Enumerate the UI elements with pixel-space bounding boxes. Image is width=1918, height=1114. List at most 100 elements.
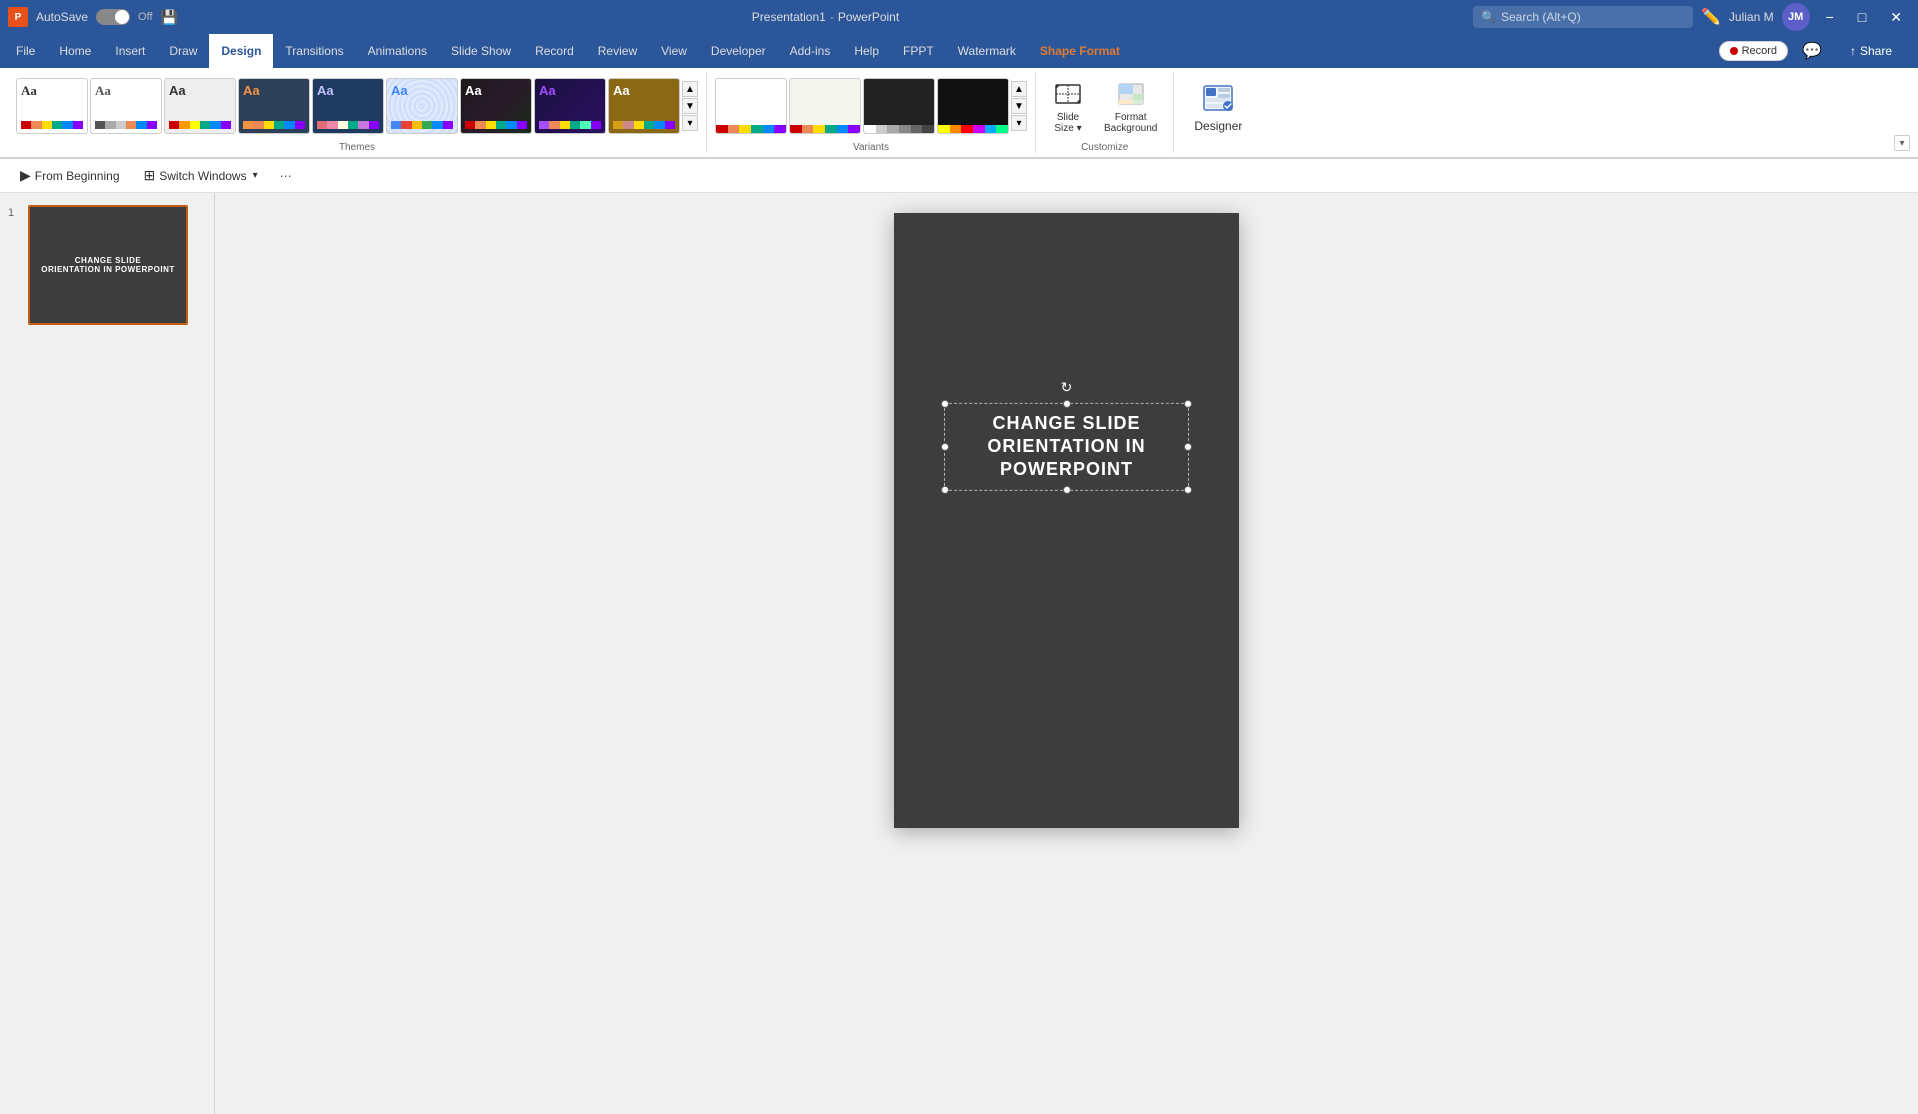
- handle-bottom-middle[interactable]: [1063, 486, 1071, 494]
- titlebar-left: P AutoSave Off 💾: [8, 7, 178, 27]
- theme-9[interactable]: Aa: [608, 78, 680, 134]
- ribbon-content: Aa Aa: [0, 68, 1918, 158]
- ribbon: File Home Insert Draw Design Transitions…: [0, 34, 1918, 159]
- user-avatar[interactable]: JM: [1782, 3, 1810, 31]
- from-beginning-button[interactable]: ▶ From Beginning: [12, 163, 128, 188]
- slide-text: CHANGE SLIDE ORIENTATION IN POWERPOINT: [945, 404, 1188, 490]
- tab-home[interactable]: Home: [47, 34, 103, 68]
- autosave-label: AutoSave: [36, 10, 88, 24]
- ribbon-tabs: File Home Insert Draw Design Transitions…: [0, 34, 1918, 68]
- titlebar-center: Presentation1 - PowerPoint: [752, 10, 899, 24]
- theme-3[interactable]: Aa: [164, 78, 236, 134]
- variants-more[interactable]: ▾: [1011, 115, 1027, 131]
- handle-bottom-right[interactable]: [1184, 486, 1192, 494]
- tab-animations[interactable]: Animations: [356, 34, 439, 68]
- theme-5[interactable]: Aa: [312, 78, 384, 134]
- tab-draw[interactable]: Draw: [157, 34, 209, 68]
- variants-group: ▲ ▼ ▾ Variants: [707, 72, 1036, 153]
- variant-1[interactable]: [715, 78, 787, 134]
- variants-label: Variants: [715, 140, 1027, 153]
- designer-label: Designer: [1194, 119, 1242, 133]
- switch-windows-icon: ⊞: [144, 167, 156, 184]
- handle-top-right[interactable]: [1184, 400, 1192, 408]
- themes-scroll: ▲ ▼ ▾: [682, 81, 698, 131]
- slide-thumbnail[interactable]: CHANGE SLIDEORIENTATION IN POWERPOINT: [28, 205, 188, 325]
- comment-button[interactable]: 💬: [1794, 37, 1830, 65]
- variants-scroll-up[interactable]: ▲: [1011, 81, 1027, 97]
- powerpoint-icon: P: [8, 7, 28, 27]
- maximize-button[interactable]: □: [1850, 7, 1874, 27]
- tab-review[interactable]: Review: [586, 34, 649, 68]
- handle-top-left[interactable]: [941, 400, 949, 408]
- titlebar-right: 🔍 ✏️ Julian M JM − □ ✕: [1473, 3, 1910, 31]
- handle-bottom-left[interactable]: [941, 486, 949, 494]
- customize-group: SlideSize ▾ FormatBackground: [1036, 72, 1174, 153]
- slide-canvas: ↻ CHANGE SLIDE ORIENTATION IN POWERPOINT: [894, 213, 1239, 828]
- tab-insert[interactable]: Insert: [103, 34, 157, 68]
- theme-6[interactable]: Aa: [386, 78, 458, 134]
- switch-windows-button[interactable]: ⊞ Switch Windows ▾: [136, 163, 266, 188]
- customize-label: Customize: [1044, 140, 1165, 153]
- tab-design[interactable]: Design: [209, 34, 273, 68]
- main-area: 1 CHANGE SLIDEORIENTATION IN POWERPOINT …: [0, 193, 1918, 1114]
- theme-2[interactable]: Aa: [90, 78, 162, 134]
- more-options-button[interactable]: ⋯: [274, 164, 298, 188]
- themes-scroll-up[interactable]: ▲: [682, 81, 698, 97]
- slide-text-line1: CHANGE SLIDE: [992, 413, 1140, 433]
- rotate-handle[interactable]: ↻: [1059, 380, 1075, 396]
- themes-more[interactable]: ▾: [682, 115, 698, 131]
- slide-thumb-text: CHANGE SLIDEORIENTATION IN POWERPOINT: [37, 252, 179, 278]
- autosave-toggle[interactable]: [96, 9, 130, 25]
- close-button[interactable]: ✕: [1882, 7, 1910, 28]
- minimize-button[interactable]: −: [1818, 7, 1842, 27]
- save-icon[interactable]: 💾: [161, 9, 178, 26]
- variants-scroll-down[interactable]: ▼: [1011, 98, 1027, 114]
- tab-fppt[interactable]: FPPT: [891, 34, 946, 68]
- ribbon-expand[interactable]: ▾: [1894, 72, 1910, 153]
- slide-size-icon: [1052, 78, 1084, 110]
- variant-3[interactable]: [863, 78, 935, 134]
- tab-shapeformat[interactable]: Shape Format: [1028, 34, 1132, 68]
- tab-view[interactable]: View: [649, 34, 699, 68]
- variant-2[interactable]: [789, 78, 861, 134]
- variant-4[interactable]: [937, 78, 1009, 134]
- tab-help[interactable]: Help: [842, 34, 891, 68]
- slide-size-label: SlideSize ▾: [1054, 112, 1081, 134]
- record-label: Record: [1742, 45, 1777, 57]
- designer-icon: [1202, 82, 1234, 117]
- tab-addins[interactable]: Add-ins: [778, 34, 843, 68]
- tab-developer[interactable]: Developer: [699, 34, 778, 68]
- search-input[interactable]: [1473, 6, 1693, 28]
- format-background-button[interactable]: FormatBackground: [1096, 74, 1165, 138]
- handle-middle-left[interactable]: [941, 443, 949, 451]
- share-button[interactable]: ↑ Share: [1836, 38, 1906, 64]
- theme-4[interactable]: Aa: [238, 78, 310, 134]
- autosave-state: Off: [138, 11, 152, 23]
- slide-number: 1: [8, 205, 22, 219]
- tab-file[interactable]: File: [4, 34, 47, 68]
- theme-default[interactable]: Aa: [16, 78, 88, 134]
- variants-scroll: ▲ ▼ ▾: [1011, 81, 1027, 131]
- tab-slideshow[interactable]: Slide Show: [439, 34, 523, 68]
- text-box-selected[interactable]: ↻ CHANGE SLIDE ORIENTATION IN POWERPOINT: [944, 403, 1189, 491]
- slide-item-1[interactable]: 1 CHANGE SLIDEORIENTATION IN POWERPOINT: [4, 201, 210, 329]
- app-name: PowerPoint: [838, 10, 899, 24]
- search-icon: 🔍: [1481, 10, 1496, 24]
- handle-top-middle[interactable]: [1063, 400, 1071, 408]
- theme-8[interactable]: Aa: [534, 78, 606, 134]
- slide-size-button[interactable]: SlideSize ▾: [1044, 74, 1092, 138]
- designer-group: Designer: [1174, 72, 1262, 153]
- tab-watermark[interactable]: Watermark: [946, 34, 1028, 68]
- tab-transitions[interactable]: Transitions: [273, 34, 355, 68]
- slide-text-line2: ORIENTATION IN POWERPOINT: [987, 436, 1145, 479]
- tab-record[interactable]: Record: [523, 34, 586, 68]
- expand-icon[interactable]: ▾: [1894, 135, 1910, 151]
- themes-scroll-down[interactable]: ▼: [682, 98, 698, 114]
- themes-group: Aa Aa: [8, 72, 707, 153]
- designer-button[interactable]: Designer: [1182, 72, 1254, 142]
- theme-7[interactable]: Aa: [460, 78, 532, 134]
- handle-middle-right[interactable]: [1184, 443, 1192, 451]
- record-button[interactable]: Record: [1719, 41, 1788, 61]
- share-label: Share: [1860, 44, 1892, 58]
- pen-icon[interactable]: ✏️: [1701, 7, 1721, 27]
